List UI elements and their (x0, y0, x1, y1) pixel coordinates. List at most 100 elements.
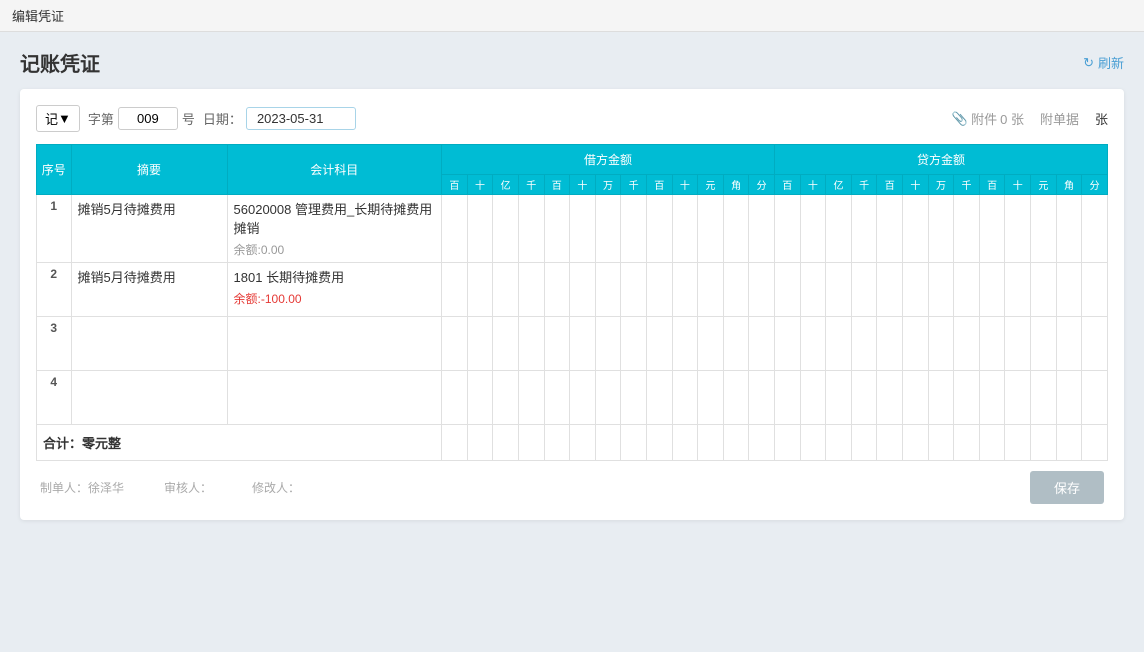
row-account-1[interactable]: 56020008 管理费用_长期待摊费用摊销余额:0.00 (227, 195, 442, 263)
row3-credit-13[interactable] (1082, 317, 1108, 371)
row-account-4[interactable] (227, 371, 442, 425)
row1-debit-10[interactable] (672, 195, 698, 263)
row4-credit-9[interactable] (979, 371, 1005, 425)
row2-credit-6[interactable] (903, 263, 929, 317)
row2-debit-6[interactable] (570, 263, 596, 317)
row2-credit-3[interactable] (826, 263, 852, 317)
row2-debit-9[interactable] (646, 263, 672, 317)
row1-credit-8[interactable] (954, 195, 980, 263)
row4-debit-9[interactable] (646, 371, 672, 425)
row2-debit-4[interactable] (518, 263, 544, 317)
row2-credit-2[interactable] (800, 263, 826, 317)
row1-debit-6[interactable] (570, 195, 596, 263)
row1-credit-4[interactable] (851, 195, 877, 263)
refresh-button[interactable]: ↻ 刷新 (1083, 53, 1124, 72)
row1-debit-12[interactable] (723, 195, 749, 263)
row1-debit-11[interactable] (698, 195, 724, 263)
row3-debit-2[interactable] (467, 317, 493, 371)
row2-debit-13[interactable] (749, 263, 775, 317)
row3-debit-9[interactable] (646, 317, 672, 371)
row4-credit-1[interactable] (774, 371, 800, 425)
row2-credit-9[interactable] (979, 263, 1005, 317)
row4-debit-6[interactable] (570, 371, 596, 425)
row-summary-2[interactable]: 摊销5月待摊费用 (71, 263, 227, 317)
row4-debit-10[interactable] (672, 371, 698, 425)
date-input[interactable] (246, 107, 356, 130)
row2-debit-12[interactable] (723, 263, 749, 317)
row4-credit-7[interactable] (928, 371, 954, 425)
row4-credit-13[interactable] (1082, 371, 1108, 425)
row1-debit-8[interactable] (621, 195, 647, 263)
row2-debit-11[interactable] (698, 263, 724, 317)
row4-debit-7[interactable] (595, 371, 621, 425)
row-summary-1[interactable]: 摊销5月待摊费用 (71, 195, 227, 263)
row3-credit-3[interactable] (826, 317, 852, 371)
row3-credit-6[interactable] (903, 317, 929, 371)
row3-debit-6[interactable] (570, 317, 596, 371)
row3-credit-12[interactable] (1056, 317, 1082, 371)
row3-credit-5[interactable] (877, 317, 903, 371)
row4-credit-8[interactable] (954, 371, 980, 425)
row2-debit-1[interactable] (442, 263, 468, 317)
row3-debit-1[interactable] (442, 317, 468, 371)
row3-debit-12[interactable] (723, 317, 749, 371)
row3-credit-7[interactable] (928, 317, 954, 371)
row1-debit-3[interactable] (493, 195, 519, 263)
row1-credit-2[interactable] (800, 195, 826, 263)
row1-debit-1[interactable] (442, 195, 468, 263)
row1-credit-12[interactable] (1056, 195, 1082, 263)
save-button[interactable]: 保存 (1030, 471, 1104, 504)
row2-debit-3[interactable] (493, 263, 519, 317)
row3-credit-4[interactable] (851, 317, 877, 371)
row2-credit-13[interactable] (1082, 263, 1108, 317)
row4-debit-3[interactable] (493, 371, 519, 425)
row2-credit-7[interactable] (928, 263, 954, 317)
row3-debit-5[interactable] (544, 317, 570, 371)
row2-credit-5[interactable] (877, 263, 903, 317)
row1-credit-10[interactable] (1005, 195, 1031, 263)
row3-credit-1[interactable] (774, 317, 800, 371)
row1-debit-13[interactable] (749, 195, 775, 263)
row4-debit-13[interactable] (749, 371, 775, 425)
row2-debit-10[interactable] (672, 263, 698, 317)
row1-debit-9[interactable] (646, 195, 672, 263)
row1-credit-13[interactable] (1082, 195, 1108, 263)
row2-credit-8[interactable] (954, 263, 980, 317)
row1-debit-2[interactable] (467, 195, 493, 263)
row4-debit-5[interactable] (544, 371, 570, 425)
row1-credit-3[interactable] (826, 195, 852, 263)
row1-debit-5[interactable] (544, 195, 570, 263)
row1-credit-11[interactable] (1031, 195, 1057, 263)
row4-debit-4[interactable] (518, 371, 544, 425)
row2-credit-11[interactable] (1031, 263, 1057, 317)
row2-credit-10[interactable] (1005, 263, 1031, 317)
row2-debit-5[interactable] (544, 263, 570, 317)
row-summary-3[interactable] (71, 317, 227, 371)
row2-credit-12[interactable] (1056, 263, 1082, 317)
row4-credit-3[interactable] (826, 371, 852, 425)
row4-debit-11[interactable] (698, 371, 724, 425)
row3-debit-7[interactable] (595, 317, 621, 371)
row3-debit-11[interactable] (698, 317, 724, 371)
row3-credit-2[interactable] (800, 317, 826, 371)
row2-debit-7[interactable] (595, 263, 621, 317)
zi-input[interactable] (118, 107, 178, 130)
row1-credit-7[interactable] (928, 195, 954, 263)
row2-credit-4[interactable] (851, 263, 877, 317)
row4-credit-5[interactable] (877, 371, 903, 425)
row3-credit-11[interactable] (1031, 317, 1057, 371)
row2-debit-8[interactable] (621, 263, 647, 317)
type-dropdown[interactable]: 记 ▼ (36, 105, 80, 132)
row3-debit-8[interactable] (621, 317, 647, 371)
row4-credit-6[interactable] (903, 371, 929, 425)
row1-credit-1[interactable] (774, 195, 800, 263)
row4-credit-2[interactable] (800, 371, 826, 425)
row2-credit-1[interactable] (774, 263, 800, 317)
row3-debit-3[interactable] (493, 317, 519, 371)
row4-credit-4[interactable] (851, 371, 877, 425)
row3-debit-4[interactable] (518, 317, 544, 371)
row4-credit-12[interactable] (1056, 371, 1082, 425)
row1-debit-4[interactable] (518, 195, 544, 263)
row-summary-4[interactable] (71, 371, 227, 425)
row1-credit-5[interactable] (877, 195, 903, 263)
